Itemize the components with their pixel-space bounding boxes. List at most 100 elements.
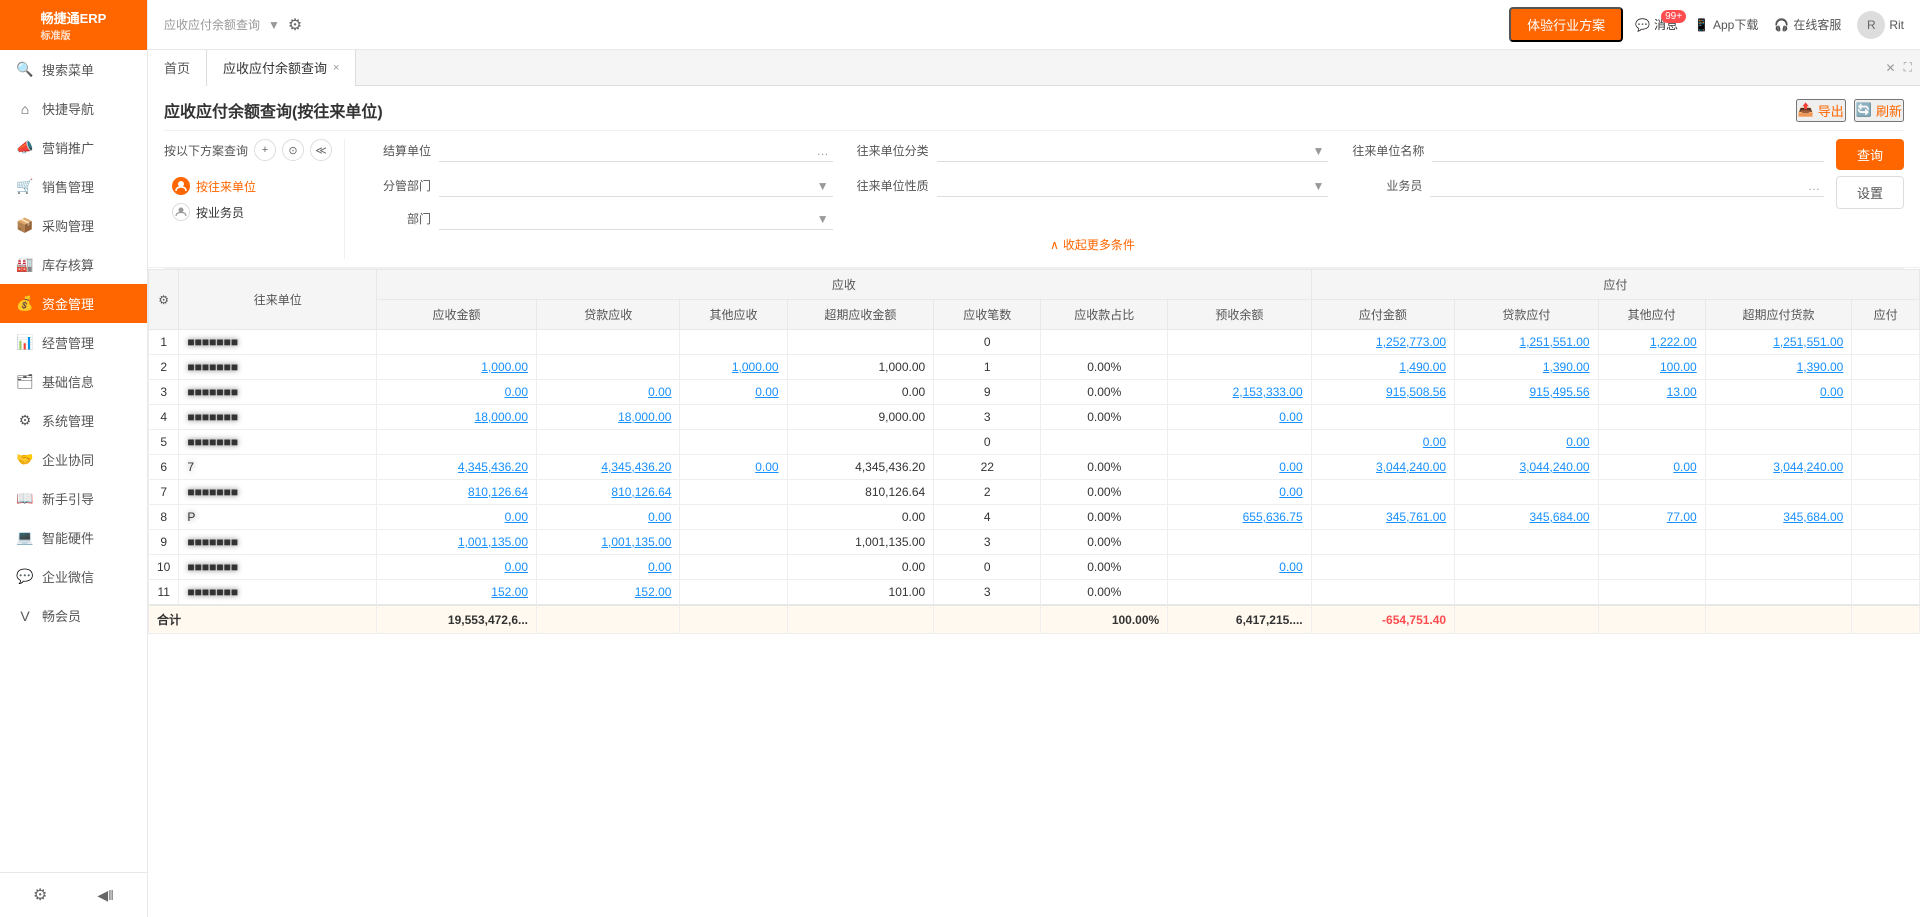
partner-cell: ■■■■■■■ (179, 405, 377, 430)
sidebar-label-wechat: 企业微信 (42, 567, 94, 586)
edit-scheme-button[interactable]: ⊙ (282, 139, 304, 161)
partner-cell: ■■■■■■■ (179, 580, 377, 606)
search-scheme-label: 按以下方案查询 (164, 142, 248, 159)
collapse-icon[interactable]: ◀‖ (97, 887, 114, 904)
collapse-scheme-button[interactable]: ≪ (310, 139, 332, 161)
table-row: 2■■■■■■■1,000.001,000.001,000.0010.00%1,… (149, 355, 1920, 380)
sidebar-item-sales[interactable]: 🛒 销售管理 (0, 167, 147, 206)
sidebar-item-finance[interactable]: 💰 资金管理 (0, 284, 147, 323)
app-download-button[interactable]: 📱 App下载 (1694, 16, 1758, 33)
online-service-button[interactable]: 🎧 在线客服 (1774, 16, 1841, 33)
scheme-item-by-unit[interactable]: 按往来单位 (164, 173, 332, 199)
partner-cell: ■■■■■■■ (179, 355, 377, 380)
tab-label-home: 首页 (164, 58, 190, 77)
sidebar-icon-system: ⚙ (16, 412, 34, 429)
main-content: 应收应付余额查询(按往来单位) 📤 导出 🔄 刷新 按以下方案查询 (148, 86, 1920, 917)
dept-select-wrap: ▼ (439, 207, 833, 230)
partner-category-select[interactable] (937, 139, 1329, 162)
table-row: 11■■■■■■■152.00152.00101.0030.00% (149, 580, 1920, 606)
header-right: 💬 消息 99+ 📱 App下载 🎧 在线客服 R Rit (1635, 11, 1904, 39)
salesman-dots-icon[interactable]: … (1808, 179, 1820, 193)
refresh-button[interactable]: 🔄 刷新 (1854, 99, 1904, 122)
th-ar-count: 应收笔数 (934, 300, 1041, 330)
th-group-payable: 应付 (1311, 270, 1919, 300)
settings-icon[interactable]: ⚙ (33, 885, 47, 905)
th-partner: 往来单位 (179, 270, 377, 330)
promo-button[interactable]: 体验行业方案 (1509, 7, 1623, 42)
message-button[interactable]: 💬 消息 99+ (1635, 16, 1678, 33)
partner-nature-select[interactable] (937, 174, 1329, 197)
sidebar-item-collab[interactable]: 🤝 企业协同 (0, 440, 147, 479)
collapse-button[interactable]: ∧ 收起更多条件 (1050, 236, 1135, 253)
logo-sub: 标准版 (41, 27, 107, 42)
th-ap-amount: 应付金额 (1311, 300, 1454, 330)
header-dropdown[interactable]: ▼ (268, 18, 280, 32)
settlement-unit-input-wrap: … (439, 139, 833, 162)
footer-ar-other (680, 605, 787, 634)
sidebar-label-warehouse: 库存核算 (42, 255, 94, 274)
field-label-partner-nature: 往来单位性质 (857, 177, 929, 194)
sidebar-item-hardware[interactable]: 💻 智能硬件 (0, 518, 147, 557)
data-table: ⚙ 往来单位 应收 应付 应收金额 贷款应收 其他应收 超期应收金额 应收笔数 … (148, 269, 1920, 634)
sidebar-item-wechat[interactable]: 💬 企业微信 (0, 557, 147, 596)
tabbar-actions: ✕ ⛶ (1886, 60, 1920, 75)
table-row: 7■■■■■■■810,126.64810,126.64810,126.6420… (149, 480, 1920, 505)
partner-name-input[interactable] (1432, 139, 1824, 162)
setting-button[interactable]: 设置 (1836, 176, 1904, 209)
scheme-label-by-staff: 按业务员 (196, 204, 244, 221)
collapse-label: 收起更多条件 (1063, 236, 1135, 253)
export-button[interactable]: 📤 导出 (1796, 99, 1846, 122)
sidebar-item-system[interactable]: ⚙ 系统管理 (0, 401, 147, 440)
settlement-dots-icon[interactable]: … (817, 144, 829, 158)
sidebar-icon-operation: 📊 (16, 334, 34, 351)
sidebar-item-guide[interactable]: 📖 新手引导 (0, 479, 147, 518)
field-label-dept: 部门 (361, 210, 431, 227)
sidebar-item-basic[interactable]: 🗂 基础信息 (0, 362, 147, 401)
th-ar-overdue: 超期应收金额 (787, 300, 934, 330)
scheme-icon-by-staff (172, 203, 190, 221)
table-row: 10■■■■■■■0.000.000.0000.00%0.00 (149, 555, 1920, 580)
sidebar: 畅捷通ERP 标准版 🔍 搜索菜单 ⌂ 快捷导航 📣 营销推广 🛒 销售管理 📦… (0, 0, 148, 917)
footer-ar-total: 19,553,472,6... (377, 605, 537, 634)
th-settings[interactable]: ⚙ (149, 270, 179, 330)
field-settlement-unit: 结算单位 … (361, 139, 833, 162)
partner-cell: ■■■■■■■ (179, 530, 377, 555)
add-scheme-button[interactable]: + (254, 139, 276, 161)
user-avatar[interactable]: R Rit (1857, 11, 1904, 39)
sidebar-icon-sales: 🛒 (16, 178, 34, 195)
scheme-item-by-staff[interactable]: 按业务员 (164, 199, 332, 225)
header-nav: 应收应付余额查询 ▼ ⚙ (164, 15, 1497, 35)
th-ap-etc: 应付 (1852, 300, 1920, 330)
sidebar-item-purchase[interactable]: 📦 采购管理 (0, 206, 147, 245)
sidebar-item-quick[interactable]: ⌂ 快捷导航 (0, 89, 147, 128)
close-window-icon[interactable]: ✕ (1886, 61, 1896, 75)
maximize-icon[interactable]: ⛶ (1904, 60, 1912, 75)
sidebar-icon-hardware: 💻 (16, 529, 34, 546)
tab-ar-ap[interactable]: 应收应付余额查询× (207, 50, 356, 86)
sidebar-item-marketing[interactable]: 📣 营销推广 (0, 128, 147, 167)
partner-cell: P (179, 505, 377, 530)
salesman-input[interactable] (1430, 174, 1824, 197)
th-ar-loan: 贷款应收 (537, 300, 680, 330)
sidebar-item-search[interactable]: 🔍 搜索菜单 (0, 50, 147, 89)
sidebar-icon-marketing: 📣 (16, 139, 34, 156)
dept-select[interactable] (439, 207, 833, 230)
header-gear-icon[interactable]: ⚙ (288, 15, 302, 35)
sidebar-item-member[interactable]: V 畅会员 (0, 596, 147, 635)
field-label-partner-name: 往来单位名称 (1352, 142, 1424, 159)
tab-home[interactable]: 首页 (148, 50, 207, 86)
partner-cell: ■■■■■■■ (179, 480, 377, 505)
sidebar-icon-guide: 📖 (16, 490, 34, 507)
tab-close-ar-ap[interactable]: × (333, 62, 339, 74)
dept-managed-select[interactable] (439, 174, 833, 197)
sidebar-item-operation[interactable]: 📊 经营管理 (0, 323, 147, 362)
sidebar-item-warehouse[interactable]: 🏭 库存核算 (0, 245, 147, 284)
page-header: 应收应付余额查询(按往来单位) 📤 导出 🔄 刷新 (148, 86, 1920, 130)
sidebar-label-finance: 资金管理 (42, 294, 94, 313)
sidebar-label-sales: 销售管理 (42, 177, 94, 196)
query-button[interactable]: 查询 (1836, 139, 1904, 170)
th-ar-ratio: 应收款占比 (1041, 300, 1168, 330)
export-icon: 📤 (1798, 102, 1814, 118)
th-ap-other: 其他应付 (1598, 300, 1705, 330)
settlement-unit-input[interactable] (439, 139, 833, 162)
